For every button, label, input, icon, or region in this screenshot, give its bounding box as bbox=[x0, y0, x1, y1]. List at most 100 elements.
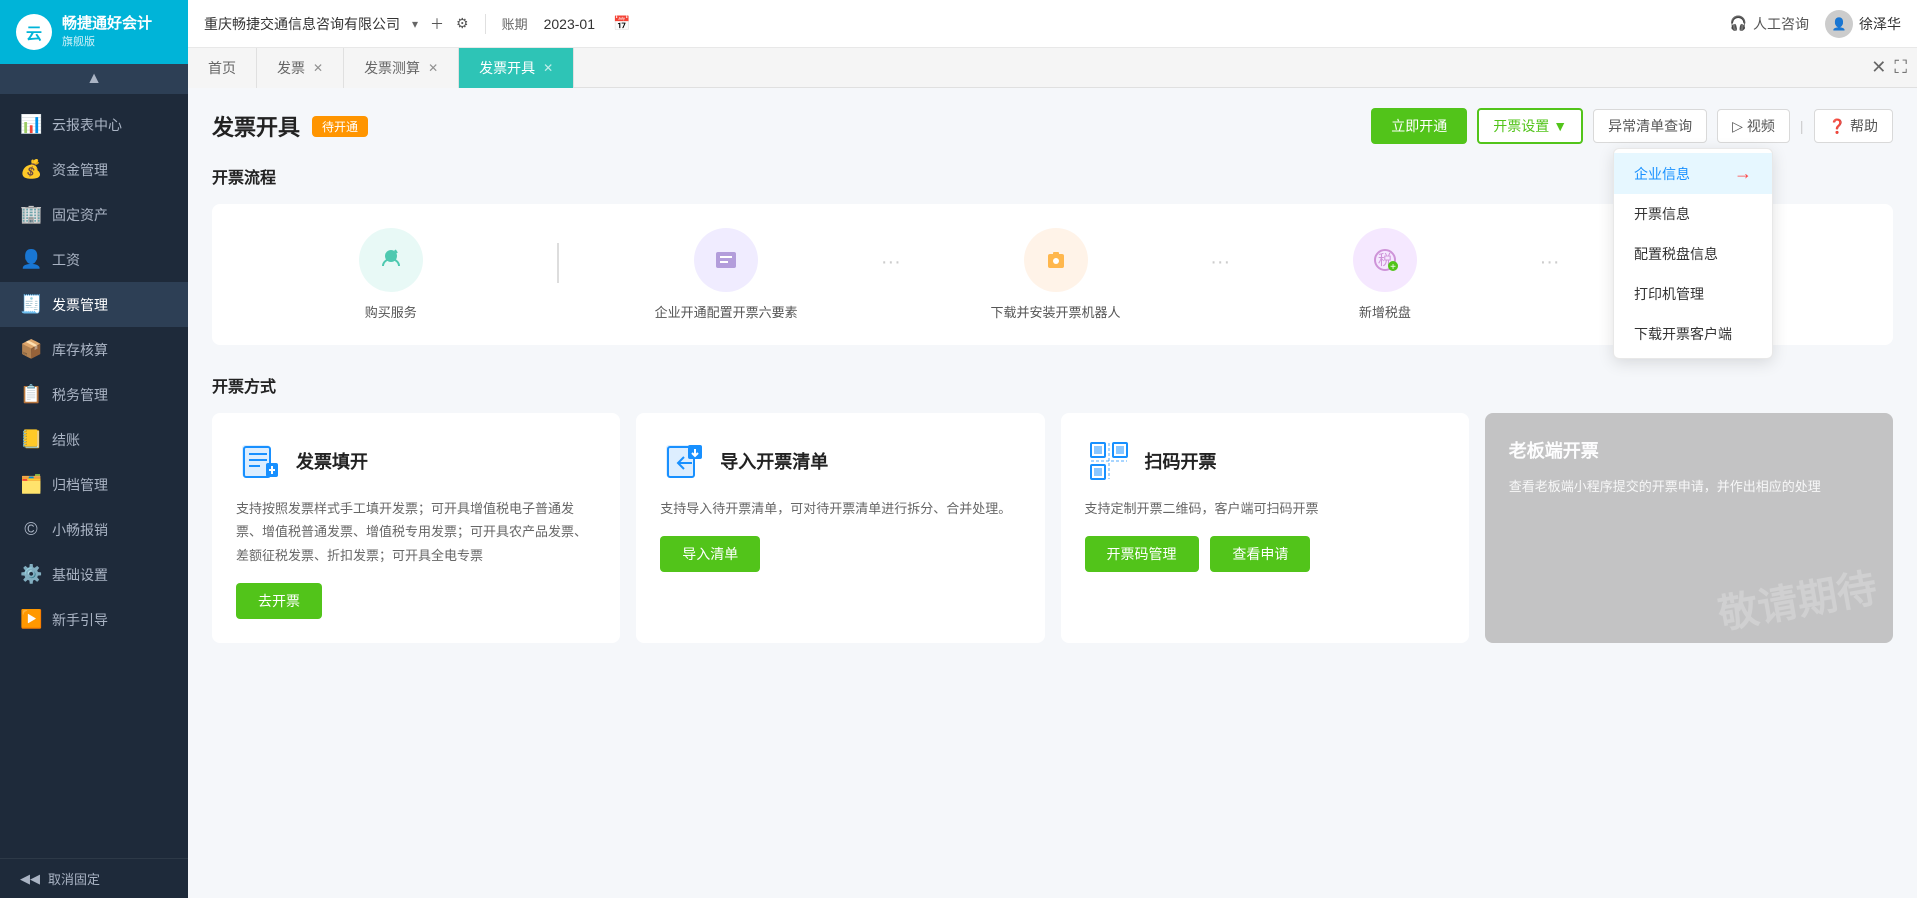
app-name: 畅捷通好会计 bbox=[62, 15, 152, 33]
headset-icon: 🎧 bbox=[1730, 15, 1747, 32]
fill-goto-btn[interactable]: 去开票 bbox=[236, 583, 322, 619]
sidebar-item-shuiwu[interactable]: 📋 税务管理 bbox=[0, 372, 188, 417]
page-content: 发票开具 待开通 立即开通 开票设置 ▼ 异常清单查询 ▷ 视频 | ❓ 帮助 bbox=[188, 88, 1917, 898]
settings-dropdown-button[interactable]: 开票设置 ▼ bbox=[1477, 108, 1583, 144]
app-version: 旗舰版 bbox=[62, 33, 152, 49]
process-divider-1 bbox=[557, 243, 559, 283]
scan-desc: 支持定制开票二维码，客户端可扫码开票 bbox=[1085, 497, 1445, 520]
dropdown-arrow-icon: ▼ bbox=[1553, 118, 1567, 134]
fapiao-icon: 🧾 bbox=[20, 294, 42, 315]
boss-header: 老板端开票 bbox=[1509, 437, 1869, 463]
fill-desc: 支持按照发票样式手工填开发票；可开具增值税电子普通发票、增值税普通发票、增值税专… bbox=[236, 497, 596, 567]
sidebar-item-guidang[interactable]: 🗂️ 归档管理 bbox=[0, 462, 188, 507]
sidebar-item-label: 税务管理 bbox=[52, 385, 108, 405]
red-arrow-icon: → bbox=[1734, 163, 1752, 184]
sidebar-item-fapiao[interactable]: 🧾 发票管理 bbox=[0, 282, 188, 327]
dropdown-item-peizhishuipan[interactable]: 配置税盘信息 bbox=[1614, 234, 1772, 274]
shuiwu-icon: 📋 bbox=[20, 384, 42, 405]
scan-code-manage-btn[interactable]: 开票码管理 bbox=[1085, 536, 1199, 572]
fill-title: 发票填开 bbox=[296, 448, 368, 474]
status-badge: 待开通 bbox=[312, 116, 368, 137]
tab-fapiaocesuan-close[interactable]: ✕ bbox=[428, 61, 438, 75]
page-header: 发票开具 待开通 立即开通 开票设置 ▼ 异常清单查询 ▷ 视频 | ❓ 帮助 bbox=[212, 108, 1893, 144]
sidebar-item-label: 结账 bbox=[52, 430, 80, 450]
process-arrow-4: ··· bbox=[1532, 251, 1568, 274]
xiaochang-icon: © bbox=[20, 519, 42, 540]
sidebar-item-kucun[interactable]: 📦 库存核算 bbox=[0, 327, 188, 372]
activate-button[interactable]: 立即开通 bbox=[1371, 108, 1467, 144]
dropdown-item-label: 开票信息 bbox=[1634, 204, 1690, 224]
scan-header: 扫码开票 bbox=[1085, 437, 1445, 485]
add-button[interactable]: ＋ bbox=[430, 14, 444, 34]
tab-fapiaocesuan[interactable]: 发票测算 ✕ bbox=[344, 48, 459, 88]
methods-section: 开票方式 bbox=[212, 373, 1893, 643]
tab-fapiao[interactable]: 发票 ✕ bbox=[257, 48, 344, 88]
sidebar-item-label: 库存核算 bbox=[52, 340, 108, 360]
sidebar-item-xinshouyin[interactable]: ▶️ 新手引导 bbox=[0, 597, 188, 642]
header-right: 🎧 人工咨询 👤 徐泽华 bbox=[1730, 10, 1901, 38]
tab-fapiaokaiqu-close[interactable]: ✕ bbox=[543, 61, 553, 75]
method-card-fill: 发票填开 支持按照发票样式手工填开发票；可开具增值税电子普通发票、增值税普通发票… bbox=[212, 413, 620, 643]
page-title: 发票开具 bbox=[212, 110, 300, 142]
scan-view-apply-btn[interactable]: 查看申请 bbox=[1210, 536, 1310, 572]
cancel-fixed-icon: ◀◀ bbox=[20, 871, 40, 887]
sidebar: 云 畅捷通好会计 旗舰版 ▲ 📊 云报表中心 💰 资金管理 🏢 固定资产 👤 工… bbox=[0, 0, 188, 898]
company-name: 重庆畅捷交通信息咨询有限公司 bbox=[204, 14, 400, 34]
sidebar-item-xiaochang[interactable]: © 小畅报销 bbox=[0, 507, 188, 552]
tab-fapiaokaiqu-label: 发票开具 bbox=[479, 58, 535, 78]
tab-home-label: 首页 bbox=[208, 58, 236, 78]
guidang-icon: 🗂️ bbox=[20, 474, 42, 495]
tab-fapiaokaiqu[interactable]: 发票开具 ✕ bbox=[459, 48, 574, 88]
sidebar-item-label: 发票管理 bbox=[52, 295, 108, 315]
overlay-watermark: 敬请期待 bbox=[1713, 556, 1881, 641]
consult-button[interactable]: 🎧 人工咨询 bbox=[1730, 14, 1809, 34]
boss-desc: 查看老板端小程序提交的开票申请，并作出相应的处理 bbox=[1509, 475, 1869, 498]
dropdown-item-label: 下载开票客户端 bbox=[1634, 324, 1732, 344]
sidebar-item-gudingzichan[interactable]: 🏢 固定资产 bbox=[0, 192, 188, 237]
sidebar-item-jichushezhi[interactable]: ⚙️ 基础设置 bbox=[0, 552, 188, 597]
play-icon: ▷ bbox=[1732, 118, 1743, 135]
sidebar-item-zijin[interactable]: 💰 资金管理 bbox=[0, 147, 188, 192]
settings-button[interactable]: ⚙ bbox=[456, 15, 469, 32]
gongzi-icon: 👤 bbox=[20, 249, 42, 270]
period-calendar-icon[interactable]: 📅 bbox=[613, 15, 630, 32]
svg-text:+: + bbox=[1390, 262, 1396, 273]
sidebar-cancel-fixed[interactable]: ◀◀ 取消固定 bbox=[0, 858, 188, 898]
step4-icon: 税 + bbox=[1353, 228, 1417, 292]
import-btn[interactable]: 导入清单 bbox=[660, 536, 760, 572]
user-profile[interactable]: 👤 徐泽华 bbox=[1825, 10, 1901, 38]
process-arrow-3: ··· bbox=[1202, 251, 1238, 274]
tab-fapiao-close[interactable]: ✕ bbox=[313, 61, 323, 75]
zijin-icon: 💰 bbox=[20, 159, 42, 180]
sidebar-item-yunbao[interactable]: 📊 云报表中心 bbox=[0, 102, 188, 147]
sidebar-scroll-up[interactable]: ▲ bbox=[0, 64, 188, 94]
anomaly-list-button[interactable]: 异常清单查询 bbox=[1593, 109, 1707, 143]
sidebar-item-label: 基础设置 bbox=[52, 565, 108, 585]
dropdown-item-qiyexinxi[interactable]: 企业信息 → bbox=[1614, 153, 1772, 194]
help-button[interactable]: ❓ 帮助 bbox=[1814, 109, 1893, 143]
maximize-tab-btn[interactable]: ⛶ bbox=[1894, 57, 1907, 78]
dropdown-item-dayingji[interactable]: 打印机管理 bbox=[1614, 274, 1772, 314]
dropdown-item-kaipaoxinxi[interactable]: 开票信息 bbox=[1614, 194, 1772, 234]
method-card-scan: 扫码开票 支持定制开票二维码，客户端可扫码开票 开票码管理 查看申请 bbox=[1061, 413, 1469, 643]
dropdown-item-label: 打印机管理 bbox=[1634, 284, 1704, 304]
scan-title: 扫码开票 bbox=[1145, 448, 1217, 474]
video-button[interactable]: ▷ 视频 bbox=[1717, 109, 1790, 143]
page-actions: 立即开通 开票设置 ▼ 异常清单查询 ▷ 视频 | ❓ 帮助 bbox=[1371, 108, 1893, 144]
video-label: 视频 bbox=[1747, 116, 1775, 136]
sidebar-item-gongzi[interactable]: 👤 工资 bbox=[0, 237, 188, 282]
yunbao-icon: 📊 bbox=[20, 114, 42, 135]
import-title: 导入开票清单 bbox=[720, 448, 828, 474]
sidebar-item-jiezhang[interactable]: 📒 结账 bbox=[0, 417, 188, 462]
company-dropdown-icon[interactable]: ▾ bbox=[412, 17, 418, 31]
sidebar-item-label: 资金管理 bbox=[52, 160, 108, 180]
vertical-divider: | bbox=[1800, 118, 1804, 134]
dropdown-item-xiazaikehuduan[interactable]: 下载开票客户端 bbox=[1614, 314, 1772, 354]
tab-bar: 首页 发票 ✕ 发票测算 ✕ 发票开具 ✕ ✕ ⛶ bbox=[188, 48, 1917, 88]
settings-btn-label: 开票设置 bbox=[1493, 116, 1549, 136]
method-card-boss: 老板端开票 查看老板端小程序提交的开票申请，并作出相应的处理 敬请期待 bbox=[1485, 413, 1893, 643]
tab-home[interactable]: 首页 bbox=[188, 48, 257, 88]
step2-icon bbox=[694, 228, 758, 292]
process-arrow-2: ··· bbox=[873, 251, 909, 274]
close-tab-btn[interactable]: ✕ bbox=[1871, 57, 1886, 78]
